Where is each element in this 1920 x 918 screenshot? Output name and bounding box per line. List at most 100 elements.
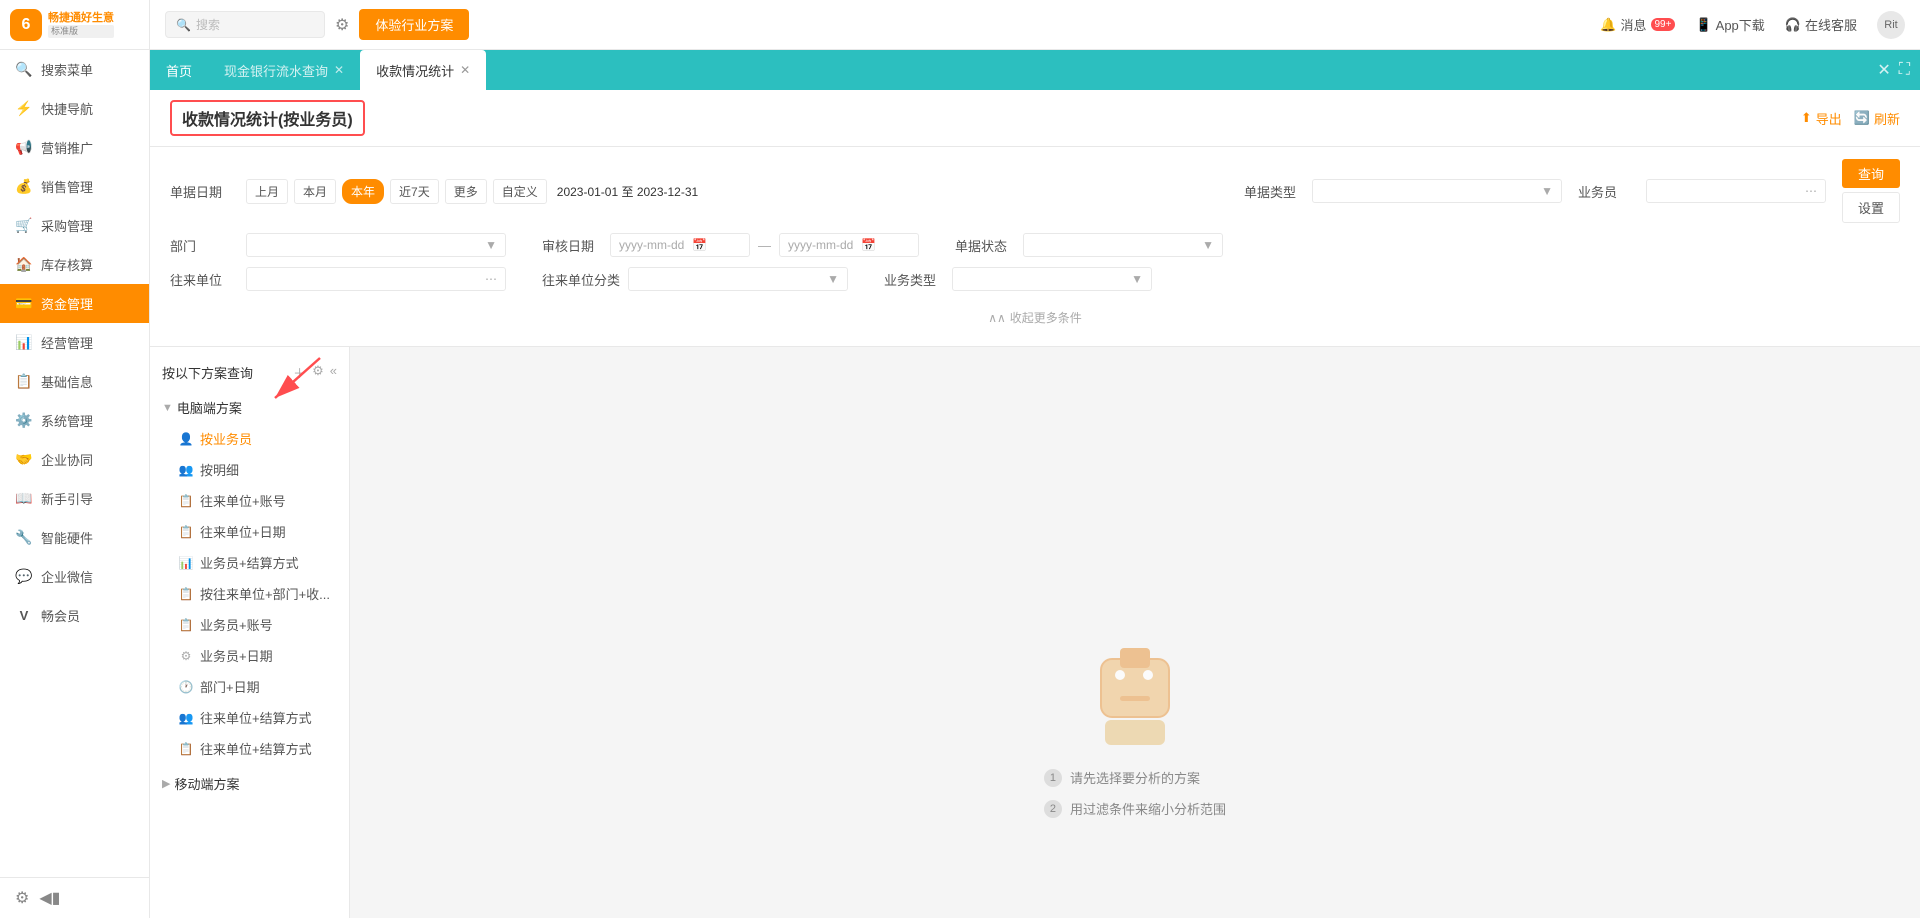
date-btn-this-year[interactable]: 本年 <box>342 179 384 204</box>
topbar-settings-icon[interactable]: ⚙ <box>335 15 349 35</box>
business-type-select[interactable]: ▼ <box>952 267 1152 291</box>
filter-settings-button[interactable]: 设置 <box>1842 192 1900 223</box>
scheme-item-label: 按明细 <box>200 460 239 479</box>
sidebar-item-guide[interactable]: 📖 新手引导 <box>0 479 149 518</box>
messages-button[interactable]: 🔔 消息 99+ <box>1600 15 1675 34</box>
scheme-item-partner-settlement1[interactable]: 👥 往来单位+结算方式 <box>150 702 349 733</box>
sidebar-item-member[interactable]: V 畅会员 <box>0 596 149 635</box>
dept-label: 部门 <box>170 236 230 255</box>
hardware-icon: 🔧 <box>15 529 33 547</box>
scheme-item-partner-account[interactable]: 📋 往来单位+账号 <box>150 485 349 516</box>
date-btn-last-month[interactable]: 上月 <box>246 179 288 204</box>
date-btn-this-month[interactable]: 本月 <box>294 179 336 204</box>
doc-status-select[interactable]: ▼ <box>1023 233 1223 257</box>
tab-home-label: 首页 <box>166 61 192 80</box>
tab-collection-stats[interactable]: 收款情况统计 ✕ <box>360 50 486 90</box>
scheme-item-partner-date[interactable]: 📋 往来单位+日期 <box>150 516 349 547</box>
tab-bank-flow-close-icon[interactable]: ✕ <box>334 63 344 77</box>
sidebar-item-finance[interactable]: 💳 资金管理 <box>0 284 149 323</box>
export-icon: ⬆ <box>1801 110 1812 126</box>
scheme-item-partner-settlement2[interactable]: 📋 往来单位+结算方式 <box>150 733 349 764</box>
dept-date-icon: 🕐 <box>178 679 194 695</box>
partner-classify-label: 往来单位分类 <box>542 270 620 289</box>
sidebar-item-marketing[interactable]: 📢 营销推广 <box>0 128 149 167</box>
sidebar-item-search-menu[interactable]: 🔍 搜索菜单 <box>0 50 149 89</box>
left-panel: 按以下方案查询 ＋ ⚙ « <box>150 347 350 918</box>
doc-type-select[interactable]: ▼ <box>1312 179 1562 203</box>
partner-classify-select[interactable]: ▼ <box>628 267 848 291</box>
guide-icon: 📖 <box>15 490 33 508</box>
enterprise-icon: 🤝 <box>15 451 33 469</box>
finance-icon: 💳 <box>15 295 33 313</box>
content-area: 按以下方案查询 ＋ ⚙ « <box>150 347 1920 918</box>
scheme-item-partner-dept-collect[interactable]: 📋 按往来单位+部门+收... <box>150 578 349 609</box>
refresh-button[interactable]: 🔄 刷新 <box>1854 109 1900 128</box>
filter-collapse-button[interactable]: ∧∧ 收起更多条件 <box>170 301 1900 334</box>
more-icon: ⋯ <box>485 272 497 286</box>
date-btn-custom[interactable]: 自定义 <box>493 179 547 204</box>
desktop-scheme-group-header[interactable]: ▼ 电脑端方案 <box>150 392 349 423</box>
sidebar-item-purchase[interactable]: 🛒 采购管理 <box>0 206 149 245</box>
date-btn-7days[interactable]: 近7天 <box>390 179 439 204</box>
sidebar-item-enterprise[interactable]: 🤝 企业协同 <box>0 440 149 479</box>
sidebar-item-wechat[interactable]: 💬 企业微信 <box>0 557 149 596</box>
scheme-item-by-detail[interactable]: 👥 按明细 <box>150 454 349 485</box>
calendar-icon-2: 📅 <box>861 238 876 252</box>
scheme-item-by-staff[interactable]: 👤 按业务员 <box>150 423 349 454</box>
partner-settlement2-icon: 📋 <box>178 741 194 757</box>
manage-scheme-icon[interactable]: ⚙ <box>312 363 324 382</box>
scheme-item-staff-date[interactable]: ⚙ 业务员+日期 <box>150 640 349 671</box>
query-button[interactable]: 查询 <box>1842 159 1900 188</box>
app-logo-text: 畅捷通好生意 标准版 <box>48 11 114 39</box>
review-date-from[interactable]: yyyy-mm-dd 📅 <box>610 233 750 257</box>
sidebar-item-quick-nav[interactable]: ⚡ 快捷导航 <box>0 89 149 128</box>
sidebar-item-basic[interactable]: 📋 基础信息 <box>0 362 149 401</box>
left-panel-title: 按以下方案查询 <box>162 363 253 382</box>
date-btn-more[interactable]: 更多 <box>445 179 487 204</box>
review-date-to[interactable]: yyyy-mm-dd 📅 <box>779 233 919 257</box>
sidebar-item-sales[interactable]: 💰 销售管理 <box>0 167 149 206</box>
maximize-icon[interactable]: ⛶ <box>1899 61 1910 79</box>
online-service-button[interactable]: 🎧 在线客服 <box>1785 15 1857 34</box>
topbar-search[interactable]: 🔍 搜索 <box>165 11 325 38</box>
sidebar-item-inventory[interactable]: 🏠 库存核算 <box>0 245 149 284</box>
sidebar-item-operations[interactable]: 📊 经营管理 <box>0 323 149 362</box>
staff-date-icon: ⚙ <box>178 648 194 664</box>
filter-row-1: 单据日期 上月 本月 本年 近7天 更多 自定义 2023-01-01 至 20… <box>170 159 1900 223</box>
user-avatar[interactable]: Rit <box>1877 11 1905 39</box>
app-download-button[interactable]: 📱 App下载 <box>1695 15 1764 34</box>
scheme-item-staff-account[interactable]: 📋 业务员+账号 <box>150 609 349 640</box>
collapse-left-icon[interactable]: « <box>330 363 337 382</box>
scheme-item-staff-settlement[interactable]: 📊 业务员+结算方式 <box>150 547 349 578</box>
sidebar-item-label: 快捷导航 <box>41 99 93 118</box>
sidebar-item-system[interactable]: ⚙️ 系统管理 <box>0 401 149 440</box>
scheme-item-dept-date[interactable]: 🕐 部门+日期 <box>150 671 349 702</box>
data-area: 1 请先选择要分析的方案 2 用过滤条件来缩小分析范围 <box>350 347 1920 918</box>
export-button[interactable]: ⬆ 导出 <box>1801 109 1842 128</box>
messages-badge: 99+ <box>1651 18 1676 31</box>
step-2-text: 用过滤条件来缩小分析范围 <box>1070 799 1226 818</box>
close-all-tabs-icon[interactable]: ✕ <box>1877 60 1890 80</box>
tab-home[interactable]: 首页 <box>150 50 208 90</box>
staff-account-icon: 📋 <box>178 617 194 633</box>
settings-icon[interactable]: ⚙ <box>15 888 29 908</box>
staff-select[interactable]: ⋯ <box>1646 179 1826 203</box>
trial-button[interactable]: 体验行业方案 <box>359 9 469 40</box>
sidebar-logo: 6 畅捷通好生意 标准版 <box>0 0 149 50</box>
partner-select[interactable]: ⋯ <box>246 267 506 291</box>
sidebar-item-hardware[interactable]: 🔧 智能硬件 <box>0 518 149 557</box>
mobile-scheme-group-header[interactable]: ▶ 移动端方案 <box>150 768 349 799</box>
partner-settlement1-icon: 👥 <box>178 710 194 726</box>
business-type-label: 业务类型 <box>884 270 944 289</box>
collapse-sidebar-icon[interactable]: ◀▮ <box>39 888 60 908</box>
scheme-item-label: 按业务员 <box>200 429 252 448</box>
partner-dept-icon: 📋 <box>178 586 194 602</box>
sidebar-item-label: 系统管理 <box>41 411 93 430</box>
tab-collection-stats-close-icon[interactable]: ✕ <box>460 63 470 77</box>
add-scheme-icon[interactable]: ＋ <box>293 363 306 382</box>
member-icon: V <box>15 607 33 625</box>
tab-bank-flow[interactable]: 现金银行流水查询 ✕ <box>208 50 360 90</box>
dept-select[interactable]: ▼ <box>246 233 506 257</box>
chevron-down-icon-2: ⋯ <box>1805 184 1817 198</box>
chevron-down-icon-dept: ▼ <box>485 238 497 252</box>
